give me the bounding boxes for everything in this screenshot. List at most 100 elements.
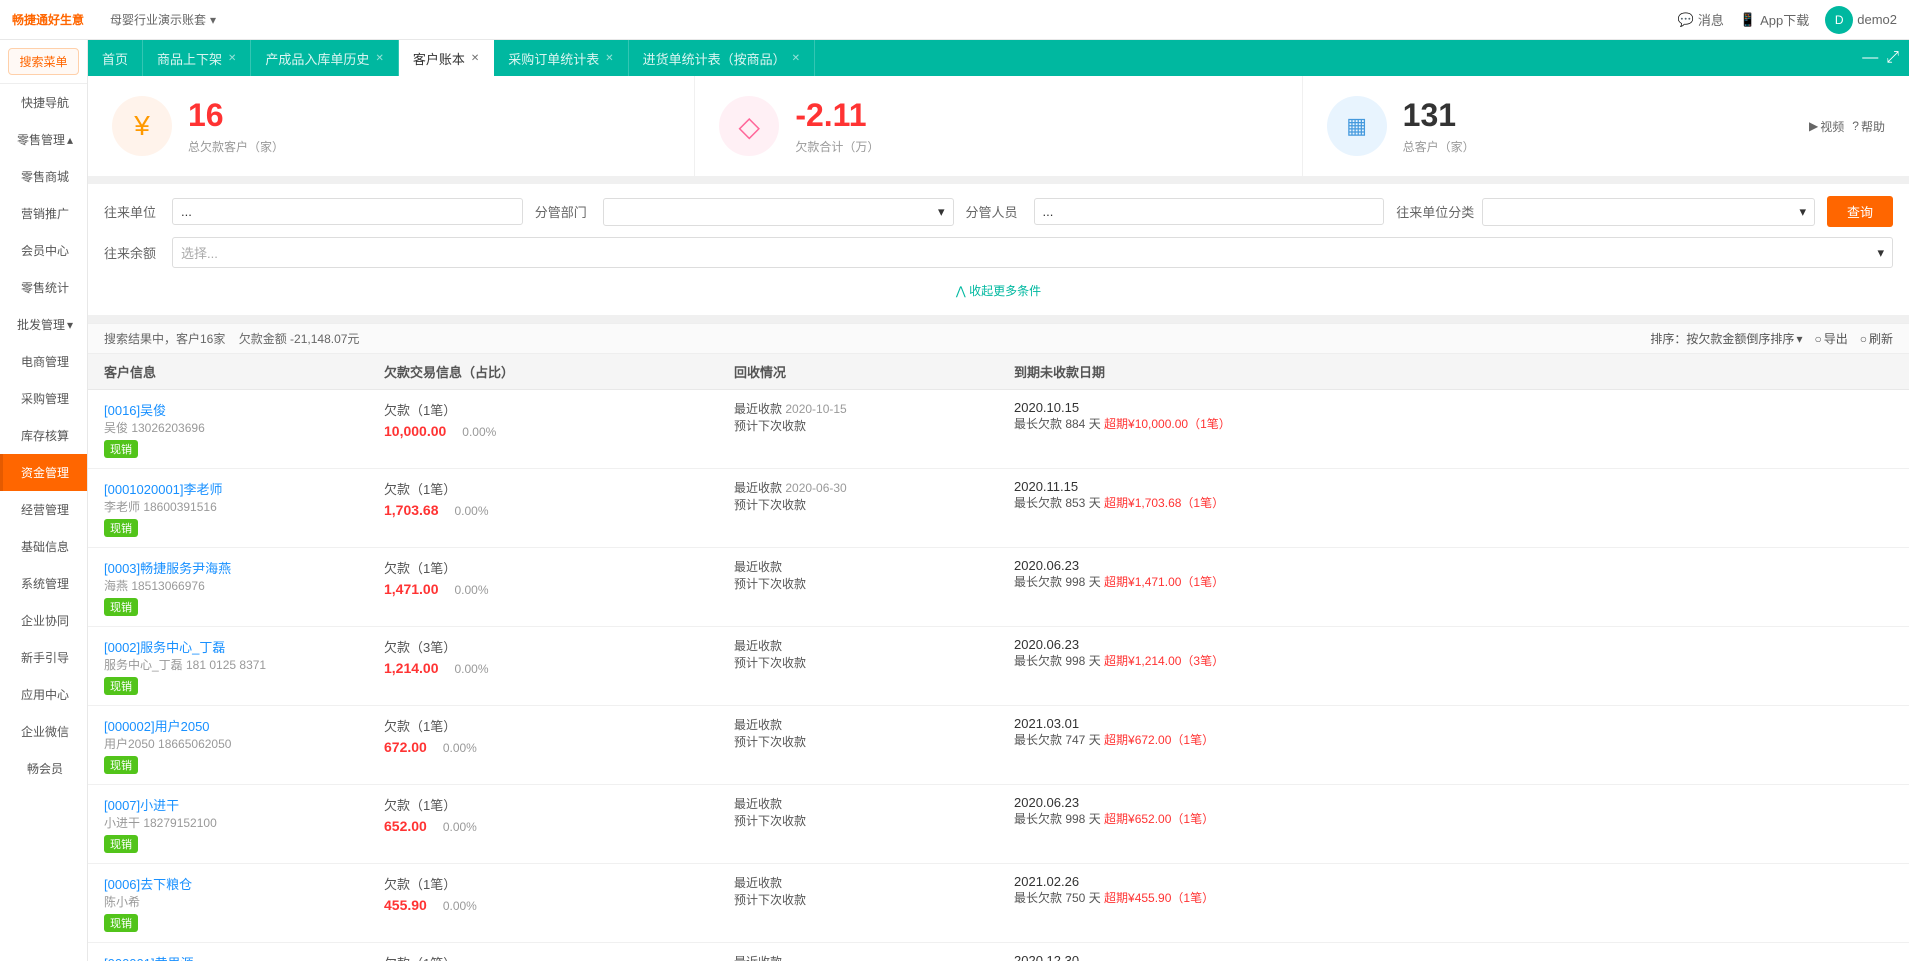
table-row: [0007]小进干 小进干 18279152100 现销 欠款（1笔） 652.…	[88, 785, 1909, 864]
tab-collapse-icon[interactable]: —	[1862, 49, 1878, 67]
sidebar-item-marketing[interactable]: 营销推广	[0, 195, 87, 232]
sidebar-item-purchase[interactable]: 采购管理	[0, 380, 87, 417]
overdue-link[interactable]: 超期¥1,214.00（3笔）	[1104, 654, 1224, 668]
debt-count: 欠款（1笔）	[384, 716, 734, 735]
customer-phone: 服务中心_丁磊 181 0125 8371	[104, 656, 384, 673]
latest-collection-label: 最近收款	[734, 874, 1014, 891]
sidebar-item-app-center[interactable]: 应用中心	[0, 676, 87, 713]
sidebar-item-quick-nav[interactable]: 快捷导航	[0, 84, 87, 121]
debt-cell: 欠款（1笔） 455.90 0.00%	[384, 874, 734, 913]
video-btn[interactable]: ▶ 视频	[1809, 118, 1844, 135]
export-btn[interactable]: ○ 导出	[1814, 330, 1847, 347]
tab-close-purchase-order[interactable]: ✕	[605, 53, 613, 64]
col-header-debt: 欠款交易信息（占比）	[384, 362, 734, 381]
debt-cell: 欠款（1笔） 10,000.00 0.00%	[384, 400, 734, 439]
sidebar-item-member-vip[interactable]: 畅会员	[0, 750, 87, 787]
chevron-down-category: ▾	[1799, 204, 1806, 220]
customer-phone: 陈小希	[104, 893, 384, 910]
overdue-date: 2021.03.01	[1014, 716, 1893, 731]
sort-label[interactable]: 排序：按欠款金额倒序排序 ▾	[1650, 330, 1802, 347]
overdue-link[interactable]: 超期¥1,471.00（1笔）	[1104, 575, 1224, 589]
overdue-link[interactable]: 超期¥455.90（1笔）	[1104, 891, 1214, 905]
sidebar-item-enterprise-wechat[interactable]: 企业微信	[0, 713, 87, 750]
data-table: 客户信息 欠款交易信息（占比） 回收情况 到期未收款日期 [0016]吴俊 吴俊…	[88, 354, 1909, 961]
overdue-link[interactable]: 超期¥10,000.00（1笔）	[1104, 417, 1231, 431]
table-row: [0003]畅捷服务尹海燕 海燕 18513066976 现销 欠款（1笔） 1…	[88, 548, 1909, 627]
tab-close-import-stats[interactable]: ✕	[792, 53, 800, 64]
stat-label-debt-customers: 总欠款客户（家）	[188, 138, 284, 155]
sidebar-item-base-info[interactable]: 基础信息	[0, 528, 87, 565]
customer-name[interactable]: [0016]吴俊	[104, 400, 384, 419]
company-selector[interactable]: 母婴行业演示账套 ▾	[110, 11, 216, 28]
overdue-link[interactable]: 超期¥672.00（1笔）	[1104, 733, 1214, 747]
manager-input[interactable]: ...	[1034, 198, 1385, 225]
debt-cell: 欠款（1笔） 672.00 0.00%	[384, 716, 734, 755]
chevron-sort-icon: ▾	[1796, 332, 1802, 346]
tab-purchase-order[interactable]: 采购订单统计表 ✕	[494, 40, 628, 76]
result-summary: 搜索结果中，客户16家 欠款金额 -21,148.07元	[104, 330, 359, 347]
customer-name[interactable]: [0001020001]李老师	[104, 479, 384, 498]
tab-close-product-history[interactable]: ✕	[375, 53, 383, 64]
customer-name[interactable]: [0007]小进干	[104, 795, 384, 814]
sidebar-item-member[interactable]: 会员中心	[0, 232, 87, 269]
sidebar-item-batch-mgmt[interactable]: 批发管理 ▾	[0, 306, 87, 343]
search-button[interactable]: 查询	[1827, 196, 1893, 227]
app-download-btn[interactable]: 📱 App下载	[1740, 10, 1809, 29]
sidebar-item-retail-mgmt[interactable]: 零售管理 ▴	[0, 121, 87, 158]
tab-product-shelf[interactable]: 商品上下架 ✕	[143, 40, 251, 76]
tab-import-stats[interactable]: 进货单统计表（按商品） ✕	[629, 40, 815, 76]
sidebar-item-ecommerce[interactable]: 电商管理	[0, 343, 87, 380]
tab-expand-icon[interactable]: ⤢	[1886, 49, 1899, 67]
tab-customer-account[interactable]: 客户账本 ✕	[399, 40, 494, 76]
next-collection-label: 预计下次收款	[734, 891, 1014, 908]
sidebar-item-retail-stats[interactable]: 零售统计	[0, 269, 87, 306]
recovery-cell: 最近收款 2020-10-15 预计下次收款	[734, 400, 1014, 434]
message-btn[interactable]: 💬 消息	[1678, 10, 1724, 29]
stats-row: ¥ 16 总欠款客户（家） ◇ -2.11 欠款合计（万）	[88, 76, 1909, 176]
overdue-cell: 2020.10.15 最长欠款 884 天 超期¥10,000.00（1笔）	[1014, 400, 1893, 432]
customer-phone: 吴俊 13026203696	[104, 419, 384, 436]
table-body: [0016]吴俊 吴俊 13026203696 现销 欠款（1笔） 10,000…	[88, 390, 1909, 961]
overdue-cell: 2020.11.15 最长欠款 853 天 超期¥1,703.68（1笔）	[1014, 479, 1893, 511]
avatar: D	[1825, 6, 1853, 34]
sidebar-item-inventory[interactable]: 库存核算	[0, 417, 87, 454]
tab-product-history[interactable]: 产成品入库单历史 ✕	[251, 40, 398, 76]
overdue-link[interactable]: 超期¥652.00（1笔）	[1104, 812, 1214, 826]
help-btn[interactable]: ? 帮助	[1852, 118, 1885, 135]
customer-name[interactable]: [0002]服务中心_丁磊	[104, 637, 384, 656]
from-unit-input[interactable]: ...	[172, 198, 523, 225]
stat-label-total-customers: 总客户（家）	[1403, 138, 1475, 155]
department-select[interactable]: ▾	[603, 198, 954, 226]
next-collection-label: 预计下次收款	[734, 733, 1014, 750]
unit-category-select[interactable]: ▾	[1482, 198, 1815, 226]
filter-item-manager: 分管人员 ...	[966, 198, 1385, 225]
filter-area: 往来单位 ... 分管部门 ▾	[88, 184, 1909, 315]
sidebar-item-system[interactable]: 系统管理	[0, 565, 87, 602]
sidebar-item-finance[interactable]: 资金管理	[0, 454, 87, 491]
sidebar-item-retail-mall[interactable]: 零售商城	[0, 158, 87, 195]
sidebar-item-enterprise[interactable]: 企业协同	[0, 602, 87, 639]
recovery-cell: 最近收款 2020-06-30 预计下次收款	[734, 479, 1014, 513]
overdue-cell: 2020.06.23 最长欠款 998 天 超期¥652.00（1笔）	[1014, 795, 1893, 827]
customer-name[interactable]: [0003]畅捷服务尹海燕	[104, 558, 384, 577]
overdue-date: 2020.06.23	[1014, 637, 1893, 652]
debt-pct: 0.00%	[443, 820, 477, 834]
customer-name[interactable]: [0006]去下粮仓	[104, 874, 384, 893]
customer-name[interactable]: [000001]黄思源	[104, 953, 384, 961]
stat-card-debt-customers: ¥ 16 总欠款客户（家）	[88, 76, 695, 176]
sidebar-item-newbie[interactable]: 新手引导	[0, 639, 87, 676]
collapse-btn[interactable]: ⋀ 收起更多条件	[104, 278, 1893, 303]
balance-select[interactable]: 选择... ▾	[172, 237, 1893, 268]
overdue-link[interactable]: 超期¥1,703.68（1笔）	[1104, 496, 1224, 510]
debt-cell: 欠款（3笔） 1,214.00 0.00%	[384, 637, 734, 676]
tab-close-product-shelf[interactable]: ✕	[228, 53, 236, 64]
user-avatar[interactable]: D demo2	[1825, 6, 1897, 34]
customer-name[interactable]: [000002]用户2050	[104, 716, 384, 735]
stat-icon-total: ▦	[1327, 96, 1387, 156]
refresh-btn[interactable]: ○ 刷新	[1860, 330, 1893, 347]
sidebar-item-operations[interactable]: 经营管理	[0, 491, 87, 528]
debt-amount: 10,000.00	[384, 423, 446, 439]
tab-home[interactable]: 首页	[88, 40, 143, 76]
search-menu-btn[interactable]: 搜索菜单	[8, 48, 79, 75]
tab-close-customer-account[interactable]: ✕	[471, 53, 479, 64]
